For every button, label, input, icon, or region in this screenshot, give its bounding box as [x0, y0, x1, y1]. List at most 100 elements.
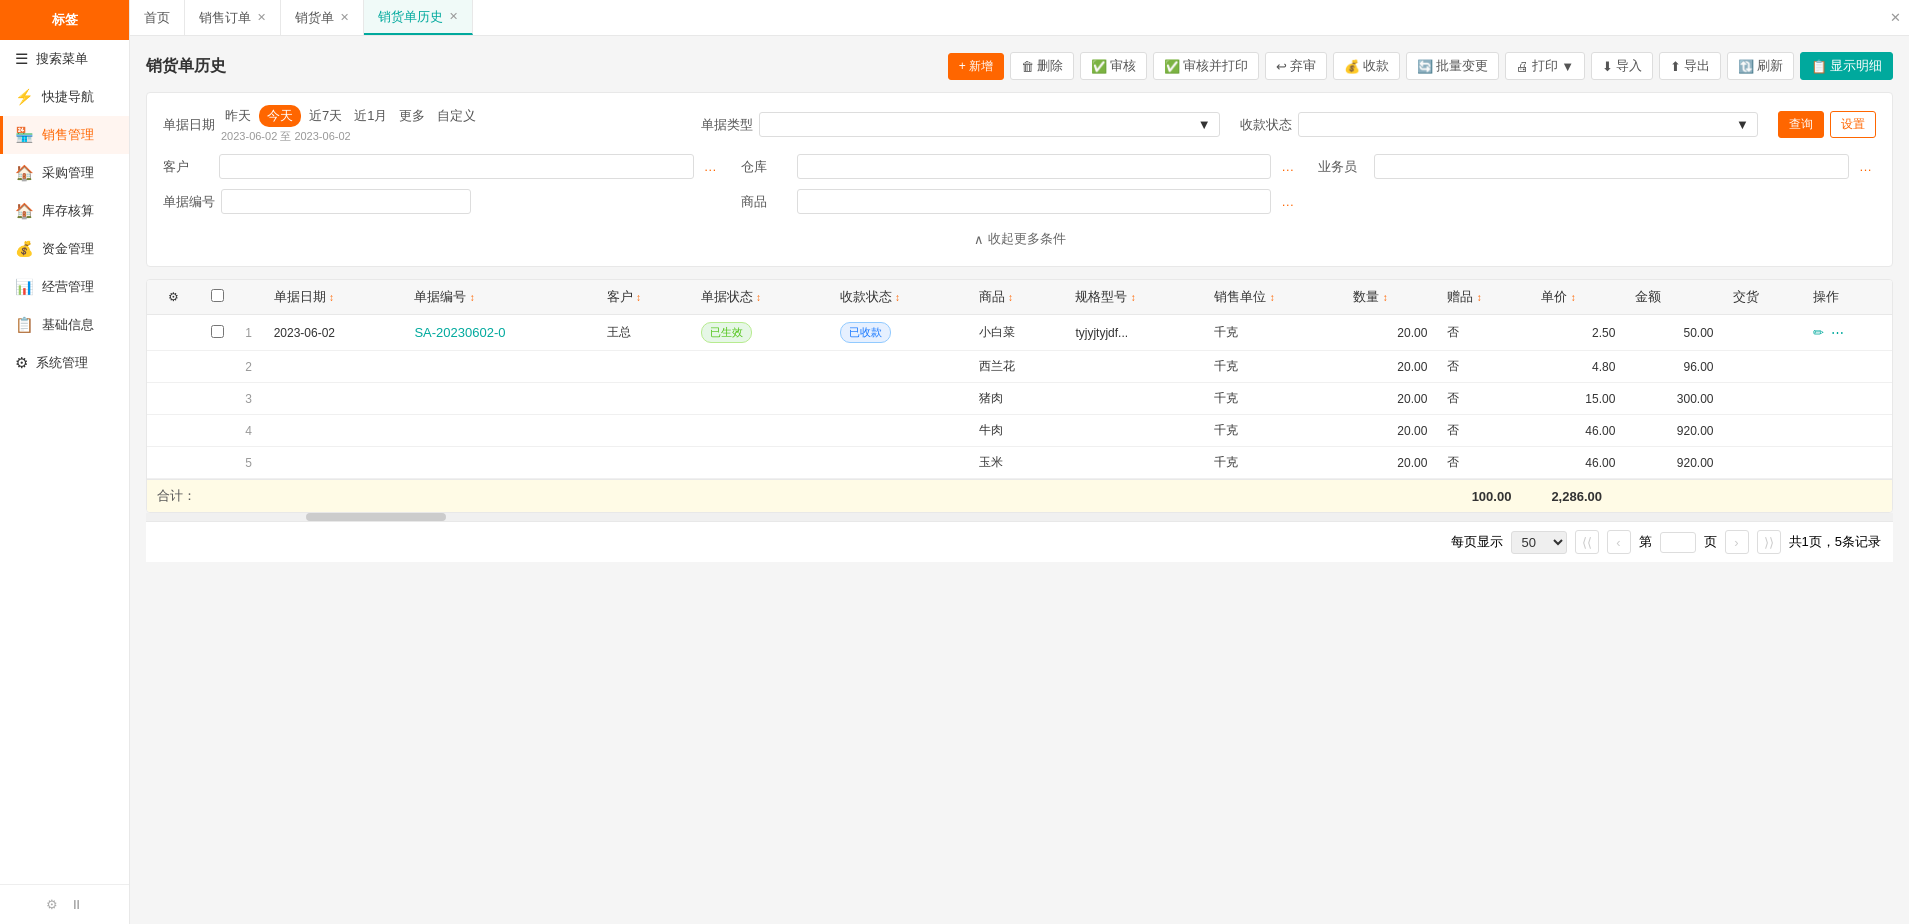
row-doc-no-cell[interactable] — [404, 351, 596, 383]
custom-date-btn[interactable]: 自定义 — [433, 105, 480, 127]
current-page-input[interactable]: 1 — [1660, 532, 1696, 553]
customer-ellipsis[interactable]: … — [700, 155, 721, 178]
row-doc-no-cell[interactable] — [404, 415, 596, 447]
row-spec-cell: tyjyjtyjdf... — [1065, 315, 1204, 351]
row-action-cell[interactable] — [1803, 383, 1892, 415]
today-btn[interactable]: 今天 — [259, 105, 301, 127]
sidebar-item-finance[interactable]: 💰 资金管理 — [0, 230, 129, 268]
last-page-btn[interactable]: ⟩⟩ — [1757, 530, 1781, 554]
warehouse-ellipsis[interactable]: … — [1277, 155, 1298, 178]
query-button[interactable]: 查询 — [1778, 111, 1824, 138]
th-qty[interactable]: 数量 ↕ — [1343, 280, 1437, 315]
batch-change-button[interactable]: 🔄 批量变更 — [1406, 52, 1499, 80]
warehouse-input[interactable] — [797, 154, 1272, 179]
row-unit-cell: 千克 — [1204, 315, 1343, 351]
th-customer[interactable]: 客户 ↕ — [597, 280, 691, 315]
th-price[interactable]: 单价 ↕ — [1531, 280, 1625, 315]
more-link[interactable]: ⋯ — [1831, 325, 1844, 340]
tab-sales-history[interactable]: 销货单历史 ✕ — [364, 0, 473, 35]
page-size-select[interactable]: 50 100 200 — [1511, 531, 1567, 554]
sidebar-logo: 标签 — [0, 0, 129, 40]
row-pay-status-cell — [830, 351, 969, 383]
tab-sales-order[interactable]: 销售订单 ✕ — [185, 0, 281, 35]
payment-status-label: 收款状态 — [1240, 116, 1292, 134]
export-button[interactable]: ⬆ 导出 — [1659, 52, 1721, 80]
row-trade-cell — [1723, 415, 1803, 447]
sidebar-item-purchase[interactable]: 🏠 采购管理 — [0, 154, 129, 192]
goods-input[interactable] — [797, 189, 1272, 214]
horizontal-scrollbar[interactable] — [146, 513, 1893, 521]
row-checkbox[interactable] — [211, 325, 224, 338]
edit-link[interactable]: ✏ — [1813, 325, 1824, 340]
sidebar-item-quick-nav[interactable]: ⚡ 快捷导航 — [0, 78, 129, 116]
row-price-cell: 46.00 — [1531, 415, 1625, 447]
receive-button[interactable]: 💰 收款 — [1333, 52, 1400, 80]
last1month-btn[interactable]: 近1月 — [350, 105, 391, 127]
pause-icon[interactable]: ⏸ — [70, 897, 83, 912]
sidebar-item-operations[interactable]: 📊 经营管理 — [0, 268, 129, 306]
th-spec[interactable]: 规格型号 ↕ — [1065, 280, 1204, 315]
payment-status-select[interactable]: ▼ — [1298, 112, 1758, 137]
th-doc-status[interactable]: 单据状态 ↕ — [691, 280, 830, 315]
collapse-button[interactable]: ∧ 收起更多条件 — [163, 224, 1876, 254]
next-page-btn[interactable]: › — [1725, 530, 1749, 554]
row-action-cell[interactable] — [1803, 415, 1892, 447]
audit-button[interactable]: ✅ 审核 — [1080, 52, 1147, 80]
row-gift-cell: 否 — [1437, 383, 1531, 415]
docno-input[interactable] — [221, 189, 471, 214]
show-detail-button[interactable]: 📋 显示明细 — [1800, 52, 1893, 80]
sort-customer-icon: ↕ — [636, 292, 641, 303]
tab-sales-order-close[interactable]: ✕ — [257, 11, 266, 24]
tab-sales-delivery-close[interactable]: ✕ — [340, 11, 349, 24]
audit-print-icon: ✅ — [1164, 59, 1180, 74]
customer-input[interactable] — [219, 154, 694, 179]
audit-print-button[interactable]: ✅ 审核并打印 — [1153, 52, 1259, 80]
tab-bar-close-all[interactable]: ✕ — [1890, 10, 1909, 25]
tab-home[interactable]: 首页 — [130, 0, 185, 35]
settings-bottom-icon[interactable]: ⚙ — [46, 897, 58, 912]
refresh-button[interactable]: 🔃 刷新 — [1727, 52, 1794, 80]
table-row: 1 2023-06-02 SA-20230602-0 王总 已生效 已收款 小白… — [147, 315, 1892, 351]
sidebar-item-sales[interactable]: 🏪 销售管理 — [0, 116, 129, 154]
row-action-cell[interactable]: ✏ ⋯ — [1803, 315, 1892, 351]
row-doc-date-cell — [264, 415, 405, 447]
settings-filter-button[interactable]: 设置 — [1830, 111, 1876, 138]
th-gift[interactable]: 赠品 ↕ — [1437, 280, 1531, 315]
first-page-btn[interactable]: ⟨⟨ — [1575, 530, 1599, 554]
doc-no-link[interactable]: SA-20230602-0 — [414, 325, 505, 340]
toolbar: + 新增 🗑 删除 ✅ 审核 ✅ 审核并打印 ↩ 弃审 — [948, 52, 1893, 80]
data-table-container: ⚙ 单据日期 ↕ 单据编号 ↕ — [146, 279, 1893, 513]
sidebar-item-basic-info[interactable]: 📋 基础信息 — [0, 306, 129, 344]
tab-sales-delivery[interactable]: 销货单 ✕ — [281, 0, 364, 35]
th-doc-no[interactable]: 单据编号 ↕ — [404, 280, 596, 315]
yesterday-btn[interactable]: 昨天 — [221, 105, 255, 127]
th-pay-status[interactable]: 收款状态 ↕ — [830, 280, 969, 315]
th-settings[interactable]: ⚙ — [147, 280, 201, 315]
more-date-btn[interactable]: 更多 — [395, 105, 429, 127]
abandon-button[interactable]: ↩ 弃审 — [1265, 52, 1327, 80]
row-action-cell[interactable] — [1803, 447, 1892, 479]
th-goods[interactable]: 商品 ↕ — [969, 280, 1066, 315]
last7days-btn[interactable]: 近7天 — [305, 105, 346, 127]
row-doc-no-cell[interactable] — [404, 383, 596, 415]
row-doc-no-cell[interactable] — [404, 447, 596, 479]
tab-sales-history-close[interactable]: ✕ — [449, 10, 458, 23]
delete-button[interactable]: 🗑 删除 — [1010, 52, 1074, 80]
th-unit[interactable]: 销售单位 ↕ — [1204, 280, 1343, 315]
salesperson-ellipsis[interactable]: … — [1855, 155, 1876, 178]
print-button[interactable]: 🖨 打印 ▼ — [1505, 52, 1585, 80]
sidebar-item-system[interactable]: ⚙ 系统管理 — [0, 344, 129, 382]
new-button[interactable]: + 新增 — [948, 53, 1004, 80]
salesperson-input[interactable] — [1374, 154, 1849, 179]
goods-ellipsis[interactable]: … — [1277, 190, 1298, 213]
sidebar-item-search[interactable]: ☰ 搜索菜单 — [0, 40, 129, 78]
prev-page-btn[interactable]: ‹ — [1607, 530, 1631, 554]
import-button[interactable]: ⬇ 导入 — [1591, 52, 1653, 80]
scrollbar-thumb[interactable] — [306, 513, 446, 521]
row-doc-no-cell[interactable]: SA-20230602-0 — [404, 315, 596, 351]
select-all-checkbox[interactable] — [211, 289, 224, 302]
doc-type-select[interactable]: ▼ — [759, 112, 1219, 137]
sidebar-item-inventory[interactable]: 🏠 库存核算 — [0, 192, 129, 230]
th-doc-date[interactable]: 单据日期 ↕ — [264, 280, 405, 315]
row-action-cell[interactable] — [1803, 351, 1892, 383]
